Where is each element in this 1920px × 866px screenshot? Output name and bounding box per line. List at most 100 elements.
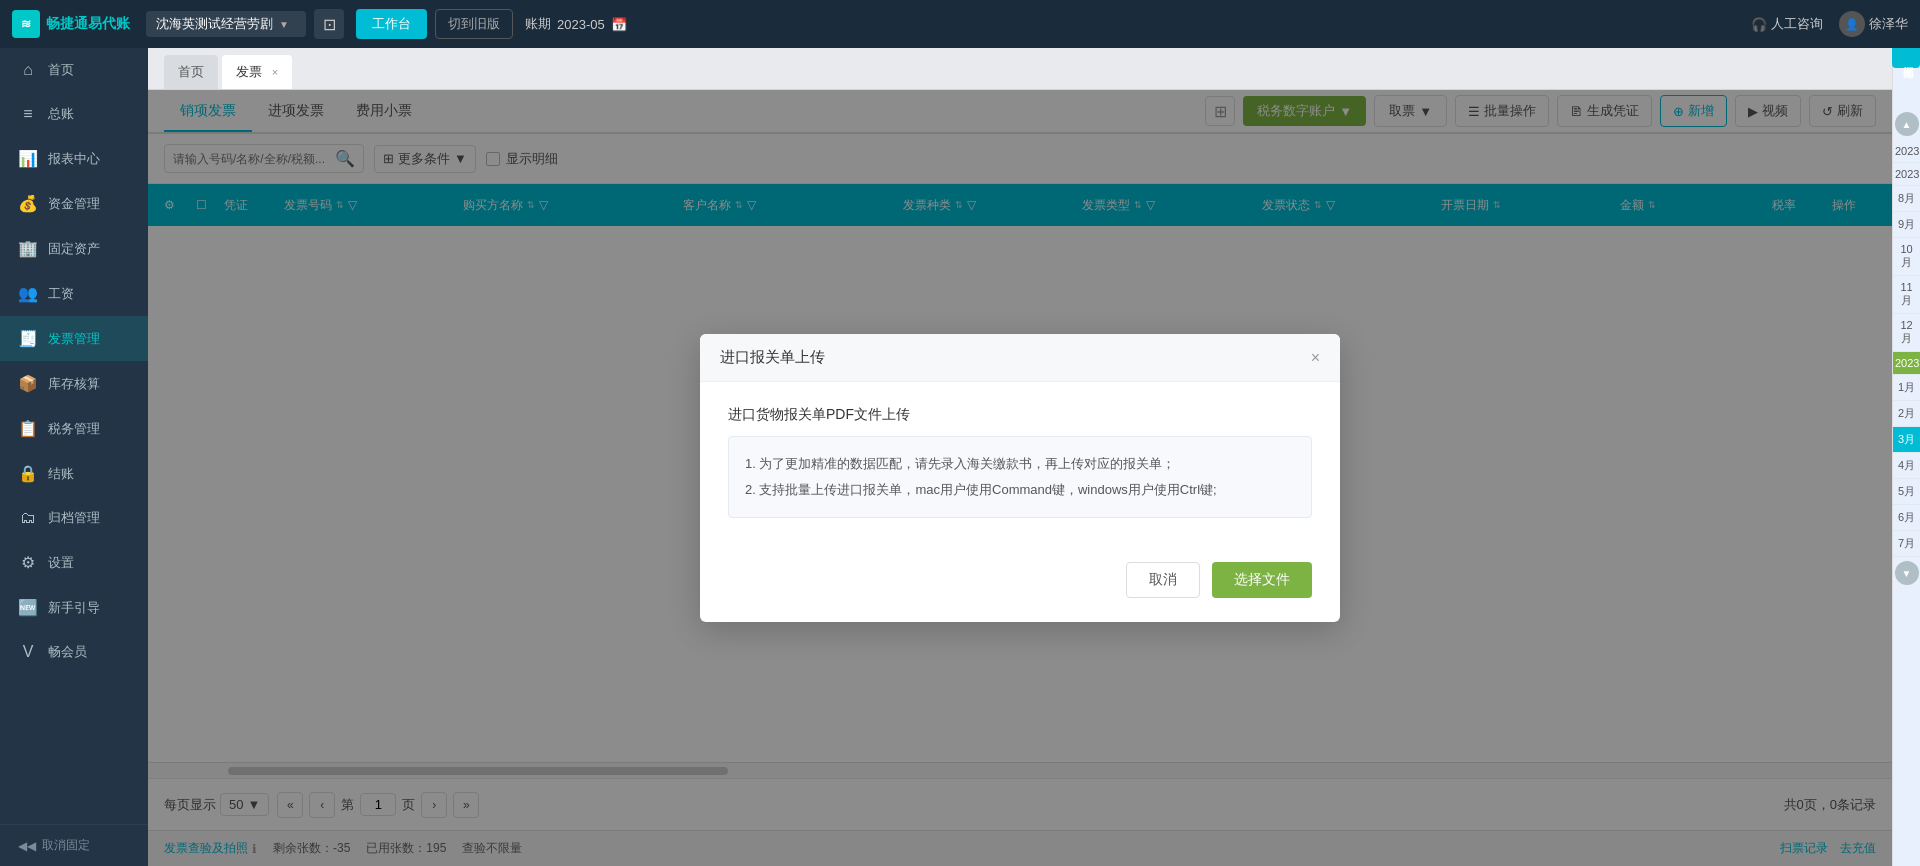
period-item-5[interactable]: 11月 [1893, 276, 1920, 314]
cancel-button[interactable]: 取消 [1126, 562, 1200, 598]
sidebar-label-home: 首页 [48, 61, 74, 79]
sidebar-item-vip[interactable]: V 畅会员 [0, 630, 148, 674]
sidebar-item-payroll[interactable]: 👥 工资 [0, 271, 148, 316]
dialog-info-item-2: 2. 支持批量上传进口报关单，mac用户使用Command键，windows用户… [745, 477, 1295, 503]
logo-icon: ≋ [12, 10, 40, 38]
period-item-14[interactable]: 7月 [1893, 531, 1920, 557]
guide-icon: 🆕 [18, 598, 38, 617]
period-select-tab[interactable]: 期间选择 [1892, 48, 1920, 68]
company-name: 沈海英测试经营劳剧 [156, 15, 273, 33]
dialog-header: 进口报关单上传 × [700, 334, 1340, 382]
sidebar-item-invoice[interactable]: 🧾 发票管理 [0, 316, 148, 361]
app-name: 畅捷通易代账 [46, 15, 130, 33]
reports-icon: 📊 [18, 149, 38, 168]
period-item-0[interactable]: 2023.03 [1893, 140, 1920, 163]
sidebar-label-reports: 报表中心 [48, 150, 100, 168]
sidebar-label-guide: 新手引导 [48, 599, 100, 617]
period-item-4[interactable]: 10月 [1893, 238, 1920, 276]
sidebar-item-fixed-assets[interactable]: 🏢 固定资产 [0, 226, 148, 271]
sidebar-label-settings: 设置 [48, 554, 74, 572]
sidebar-item-settings[interactable]: ⚙ 设置 [0, 540, 148, 585]
period-item-3[interactable]: 9月 [1893, 212, 1920, 238]
sidebar-label-invoice: 发票管理 [48, 330, 100, 348]
sidebar-label-archive: 归档管理 [48, 509, 100, 527]
tax-icon: 📋 [18, 419, 38, 438]
period-item-10[interactable]: 3月 [1893, 427, 1920, 453]
company-selector[interactable]: 沈海英测试经营劳剧 ▼ [146, 11, 306, 37]
dialog-footer: 取消 选择文件 [700, 562, 1340, 622]
sidebar-label-inventory: 库存核算 [48, 375, 100, 393]
chevron-down-icon: ▼ [279, 19, 289, 30]
home-icon: ⌂ [18, 61, 38, 79]
period-item-2[interactable]: 8月 [1893, 186, 1920, 212]
sidebar-item-close[interactable]: 🔒 结账 [0, 451, 148, 496]
tab-invoice-label: 发票 [236, 64, 262, 79]
sidebar-label-fixed-assets: 固定资产 [48, 240, 100, 258]
close-period-icon: 🔒 [18, 464, 38, 483]
sidebar-item-guide[interactable]: 🆕 新手引导 [0, 585, 148, 630]
dialog-info-item-1: 1. 为了更加精准的数据匹配，请先录入海关缴款书，再上传对应的报关单； [745, 451, 1295, 477]
fixed-assets-icon: 🏢 [18, 239, 38, 258]
close-tab-icon[interactable]: × [272, 66, 278, 78]
sidebar-item-archive[interactable]: 🗂 归档管理 [0, 496, 148, 540]
sidebar-item-home[interactable]: ⌂ 首页 [0, 48, 148, 92]
tab-bar: 首页 发票 × [148, 48, 1892, 90]
sidebar-label-vip: 畅会员 [48, 643, 87, 661]
sidebar-item-ledger[interactable]: ≡ 总账 [0, 92, 148, 136]
dialog-close-button[interactable]: × [1311, 349, 1320, 367]
right-panel: 期间选择 ▲ 2023.03 2023.03 8月 9月 10月 11月 12月… [1892, 48, 1920, 866]
ledger-icon: ≡ [18, 105, 38, 123]
period-item-1[interactable]: 2023.03 [1893, 163, 1920, 186]
sidebar-label-payroll: 工资 [48, 285, 74, 303]
period-item-12[interactable]: 5月 [1893, 479, 1920, 505]
modal-overlay[interactable]: 进口报关单上传 × 进口货物报关单PDF文件上传 1. 为了更加精准的数据匹配，… [148, 90, 1892, 866]
sidebar-label-ledger: 总账 [48, 105, 74, 123]
settings-icon: ⚙ [18, 553, 38, 572]
app-logo: ≋ 畅捷通易代账 [12, 10, 130, 38]
dialog-info-box: 1. 为了更加精准的数据匹配，请先录入海关缴款书，再上传对应的报关单； 2. 支… [728, 436, 1312, 518]
tab-invoice[interactable]: 发票 × [222, 55, 292, 89]
capital-icon: 💰 [18, 194, 38, 213]
switch-version-button[interactable]: 切到旧版 [435, 9, 513, 39]
collapse-down-btn[interactable]: ▼ [1895, 561, 1919, 585]
page-content: 销项发票 进项发票 费用小票 ⊞ 税务数字账户 ▼ 取票 ▼ [148, 90, 1892, 866]
tab-home[interactable]: 首页 [164, 55, 218, 89]
period-item-6[interactable]: 12月 [1893, 314, 1920, 352]
import-dialog: 进口报关单上传 × 进口货物报关单PDF文件上传 1. 为了更加精准的数据匹配，… [700, 334, 1340, 622]
topbar: ≋ 畅捷通易代账 沈海英测试经营劳剧 ▼ ⊡ 工作台 切到旧版 账期 2023-… [0, 0, 1920, 48]
dialog-title: 进口报关单上传 [720, 348, 825, 367]
support-link[interactable]: 🎧 人工咨询 [1751, 15, 1823, 33]
period-item-13[interactable]: 6月 [1893, 505, 1920, 531]
collapse-icon: ◀◀ [18, 839, 36, 853]
select-file-button[interactable]: 选择文件 [1212, 562, 1312, 598]
content-area: 首页 发票 × 销项发票 进项发票 费用小票 ⊞ [148, 48, 1892, 866]
collapse-up-btn[interactable]: ▲ [1895, 112, 1919, 136]
period-label: 账期 [525, 15, 551, 33]
support-label: 人工咨询 [1771, 15, 1823, 33]
period-item-9[interactable]: 2月 [1893, 401, 1920, 427]
invoice-icon: 🧾 [18, 329, 38, 348]
period-list: ▲ 2023.03 2023.03 8月 9月 10月 11月 12月 2023… [1893, 108, 1920, 589]
calendar-icon[interactable]: 📅 [611, 17, 627, 32]
avatar: 👤 [1839, 11, 1865, 37]
tab-home-label: 首页 [178, 64, 204, 79]
dialog-body: 进口货物报关单PDF文件上传 1. 为了更加精准的数据匹配，请先录入海关缴款书，… [700, 382, 1340, 562]
period-item-8[interactable]: 1月 [1893, 375, 1920, 401]
sidebar-bottom-label: 取消固定 [42, 837, 90, 854]
sidebar-item-tax[interactable]: 📋 税务管理 [0, 406, 148, 451]
user-menu[interactable]: 👤 徐泽华 [1839, 11, 1908, 37]
workspace-button[interactable]: 工作台 [356, 9, 427, 39]
sidebar-item-reports[interactable]: 📊 报表中心 [0, 136, 148, 181]
sidebar-item-inventory[interactable]: 📦 库存核算 [0, 361, 148, 406]
sidebar-collapse-btn[interactable]: ◀◀ 取消固定 [0, 824, 148, 866]
print-icon[interactable]: ⊡ [314, 9, 344, 39]
period-item-11[interactable]: 4月 [1893, 453, 1920, 479]
vip-icon: V [18, 643, 38, 661]
payroll-icon: 👥 [18, 284, 38, 303]
period-value: 2023-05 [557, 17, 605, 32]
period-item-7[interactable]: 2023 [1893, 352, 1920, 375]
sidebar-label-capital: 资金管理 [48, 195, 100, 213]
archive-icon: 🗂 [18, 509, 38, 527]
sidebar-item-capital[interactable]: 💰 资金管理 [0, 181, 148, 226]
sidebar-label-tax: 税务管理 [48, 420, 100, 438]
